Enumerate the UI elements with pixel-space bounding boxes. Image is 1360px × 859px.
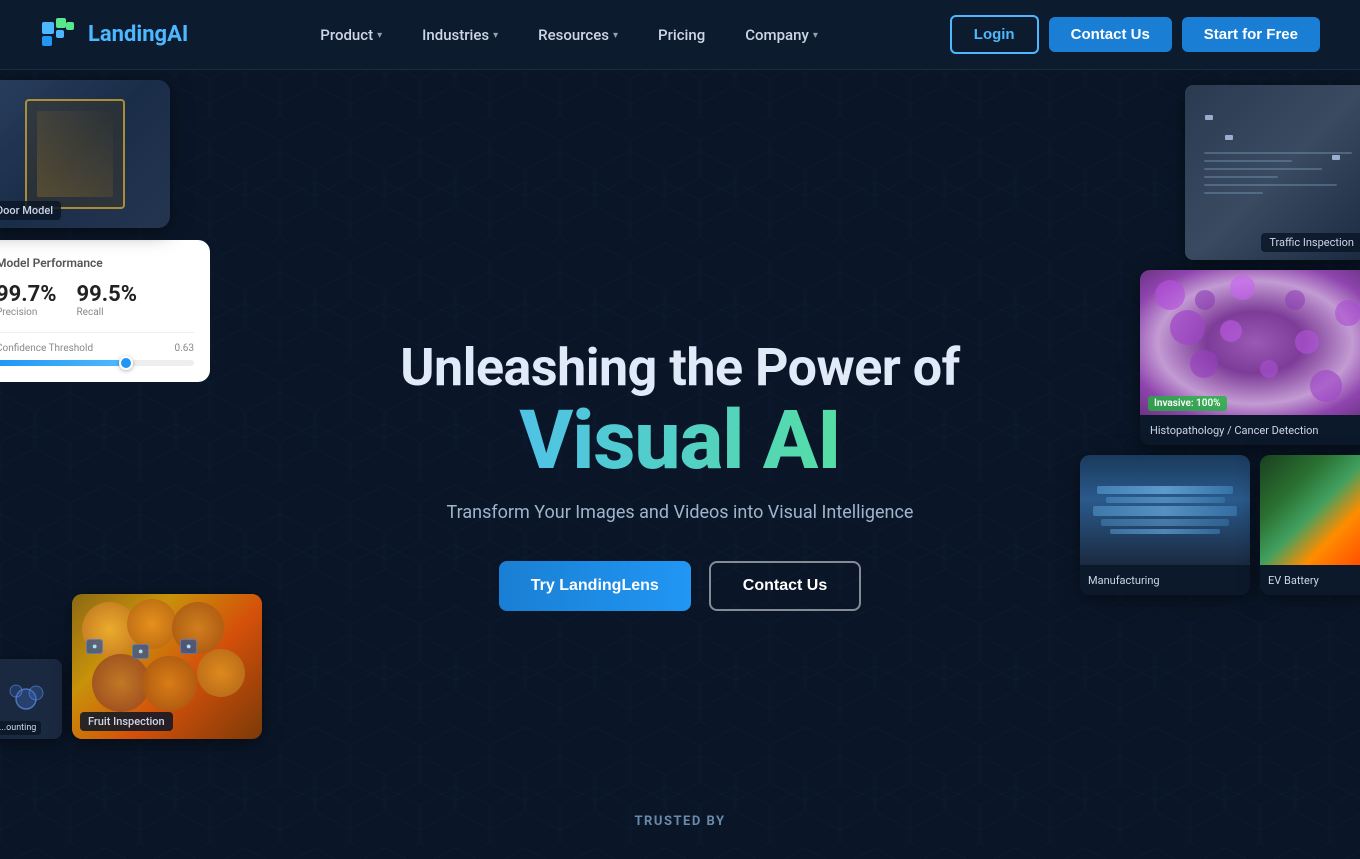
hero-content: Unleashing the Power of Visual AI Transf… (380, 338, 979, 611)
fruit-tag-1: ● (86, 639, 103, 654)
model-performance-card: Model Performance 99.7% Precision 99.5% … (0, 240, 210, 382)
contact-us-hero-button[interactable]: Contact Us (709, 561, 861, 611)
nav-links: Product ▾ Industries ▾ Resources ▾ Prici… (188, 18, 949, 52)
fruit-blob-2 (127, 599, 177, 649)
ev-image (1260, 455, 1360, 565)
traffic-lines (1204, 152, 1352, 194)
fruit-blob-6 (197, 649, 245, 697)
nav-item-company[interactable]: Company ▾ (729, 18, 834, 52)
traffic-label: Traffic Inspection (1261, 233, 1360, 252)
histo-dot-4 (1170, 310, 1205, 345)
histo-dot-2 (1195, 290, 1215, 310)
hero-section: Door Model Model Performance 99.7% Preci… (0, 0, 1360, 859)
bottom-left-cards: ...ounting ● ● ● Fruit Inspection (0, 594, 262, 739)
histo-dot-7 (1260, 360, 1278, 378)
traffic-line-6 (1204, 192, 1263, 194)
confidence-fill (0, 360, 121, 366)
nav-actions: Login Contact Us Start for Free (950, 15, 1320, 54)
login-button[interactable]: Login (950, 15, 1039, 54)
fruit-label: Fruit Inspection (80, 712, 173, 731)
traffic-line-1 (1204, 152, 1352, 154)
chevron-down-icon: ▾ (613, 30, 618, 41)
manufacturing-card: Manufacturing (1080, 455, 1250, 595)
histo-dot-10 (1285, 290, 1305, 310)
door-model-label: Door Model (0, 201, 61, 220)
histo-dot-1 (1155, 280, 1185, 310)
precision-value: 99.7% (0, 282, 57, 307)
logo-text: LandingAI (88, 22, 188, 47)
contact-us-button[interactable]: Contact Us (1049, 17, 1172, 52)
logo[interactable]: LandingAI (40, 16, 188, 54)
right-panels: Traffic Inspection Invasive: 1 (1080, 85, 1360, 595)
mfg-stripe-4 (1101, 519, 1229, 526)
perf-metrics: 99.7% Precision 99.5% Recall (0, 282, 194, 318)
counting-icon (6, 679, 46, 719)
counting-label: ...ounting (0, 721, 41, 735)
fruit-tag-2: ● (132, 644, 149, 659)
chevron-down-icon: ▾ (377, 30, 382, 41)
mfg-image (1080, 455, 1250, 565)
bottom-right-cards: Manufacturing EV Battery (1080, 455, 1360, 595)
door-detection-box (25, 99, 125, 209)
nav-item-industries[interactable]: Industries ▾ (406, 18, 514, 52)
counting-card: ...ounting (0, 659, 62, 739)
histo-dot-8 (1310, 370, 1342, 402)
histo-dot-5 (1220, 320, 1242, 342)
mfg-stripe-2 (1106, 497, 1225, 503)
start-for-free-button[interactable]: Start for Free (1182, 17, 1320, 52)
chevron-down-icon: ▾ (493, 30, 498, 41)
traffic-line-3 (1204, 168, 1322, 170)
perf-title: Model Performance (0, 256, 194, 270)
divider (0, 332, 194, 333)
histo-dot-11 (1335, 300, 1360, 326)
hero-subtitle: Transform Your Images and Videos into Vi… (400, 502, 959, 523)
traffic-line-2 (1204, 160, 1293, 162)
histo-invasive-badge: Invasive: 100% (1148, 396, 1227, 411)
door-model-card: Door Model (0, 80, 170, 228)
histo-dots (1140, 270, 1360, 415)
vehicle-3 (1332, 155, 1340, 160)
left-panels: Door Model Model Performance 99.7% Preci… (0, 80, 210, 382)
histo-dot-6 (1190, 350, 1218, 378)
navbar: LandingAI Product ▾ Industries ▾ Resourc… (0, 0, 1360, 70)
recall-metric: 99.5% Recall (77, 282, 138, 318)
precision-label: Precision (0, 307, 57, 318)
hero-buttons: Try LandingLens Contact Us (400, 561, 959, 611)
hero-title-line1: Unleashing the Power of (400, 338, 959, 398)
fruit-tag-3: ● (180, 639, 197, 654)
traffic-line-4 (1204, 176, 1278, 178)
precision-metric: 99.7% Precision (0, 282, 57, 318)
fruit-inspection-card: ● ● ● Fruit Inspection (72, 594, 262, 739)
histo-dot-9 (1295, 330, 1319, 354)
vehicle-1 (1205, 115, 1213, 120)
trusted-by-section: TRUSTED BY (634, 814, 725, 829)
nav-item-pricing[interactable]: Pricing (642, 18, 721, 52)
ev-battery-card: EV Battery (1260, 455, 1360, 595)
try-landinglens-button[interactable]: Try LandingLens (499, 561, 691, 611)
traffic-card: Traffic Inspection (1185, 85, 1360, 260)
recall-label: Recall (77, 307, 138, 318)
histo-dot-3 (1230, 275, 1255, 300)
mfg-footer: Manufacturing (1080, 565, 1250, 595)
confidence-thumb[interactable] (119, 356, 133, 370)
histopathology-card: Invasive: 100% Histopathology / Cancer D… (1140, 270, 1360, 445)
mfg-stripe-5 (1110, 529, 1221, 534)
confidence-threshold-label: Confidence Threshold 0.63 (0, 343, 194, 354)
trusted-by-label: TRUSTED BY (634, 814, 725, 829)
traffic-line-5 (1204, 184, 1337, 186)
nav-item-product[interactable]: Product ▾ (304, 18, 398, 52)
recall-value: 99.5% (77, 282, 138, 307)
hero-title-line2: Visual AI (400, 398, 959, 484)
histo-image: Invasive: 100% (1140, 270, 1360, 415)
fruit-blob-5 (142, 656, 197, 711)
logo-icon (40, 16, 78, 54)
mfg-stripe-3 (1093, 506, 1238, 516)
vehicle-2 (1225, 135, 1233, 140)
mfg-stripe-1 (1097, 486, 1233, 494)
confidence-bar (0, 360, 194, 366)
nav-item-resources[interactable]: Resources ▾ (522, 18, 634, 52)
histo-footer: Histopathology / Cancer Detection (1140, 415, 1360, 445)
ev-footer: EV Battery (1260, 565, 1360, 595)
chevron-down-icon: ▾ (813, 30, 818, 41)
